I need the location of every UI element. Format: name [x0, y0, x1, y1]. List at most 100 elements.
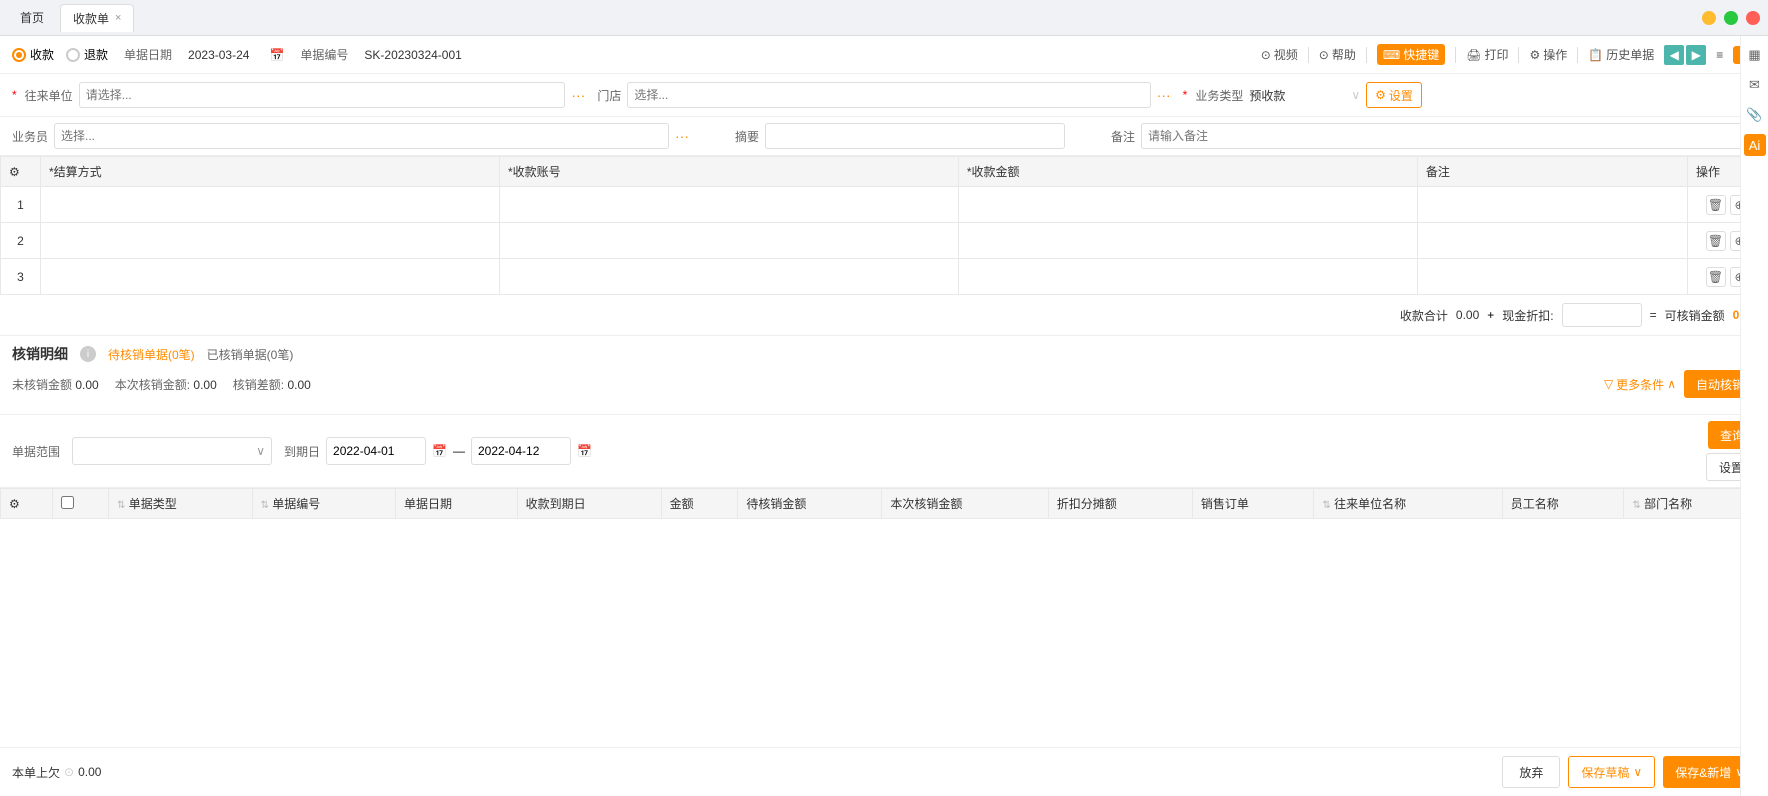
nav-next-btn[interactable]: ▶ — [1686, 45, 1706, 65]
row-delete-1[interactable]: 🗑 — [1706, 195, 1726, 215]
main-area: 收款 退款 单据日期 2023-03-24 📅 单据编号 SK-20230324… — [0, 36, 1768, 796]
row-amount-2[interactable] — [958, 223, 1417, 259]
tab-receipt[interactable]: 收款单 × — [60, 4, 134, 32]
detail-amount-th: 金额 — [661, 489, 738, 519]
range-select[interactable]: ∨ — [72, 437, 272, 465]
window-close-btn[interactable] — [1746, 11, 1760, 25]
operate-btn[interactable]: ⚙ 操作 — [1529, 46, 1567, 63]
detail-dept-label: 部门名称 — [1644, 497, 1692, 511]
nav-prev-btn[interactable]: ◀ — [1664, 45, 1684, 65]
row-amount-3[interactable] — [958, 259, 1417, 295]
business-type-chevron[interactable]: ∨ — [1351, 88, 1360, 102]
detail-gear-icon: ⚙ — [9, 497, 20, 511]
verify-info-icon[interactable]: i — [80, 346, 96, 362]
row-settlement-1[interactable] — [41, 187, 500, 223]
divider3 — [1455, 47, 1456, 63]
tab-receipt-label: 收款单 — [73, 10, 109, 27]
sum-plus: + — [1487, 308, 1494, 322]
summary-label: 摘要 — [735, 128, 759, 145]
more-conditions-btn[interactable]: ▽ 更多条件 ∧ — [1604, 376, 1676, 393]
number-label: 单据编号 — [300, 46, 348, 63]
verify-section: 核销明细 i 待核销单据(0笔) 已核销单据(0笔) 未核销金额 0.00 本次… — [0, 336, 1768, 415]
row-amount-1[interactable] — [958, 187, 1417, 223]
sidebar-table-icon[interactable]: ▦ — [1744, 44, 1766, 66]
radio-refund[interactable]: 退款 — [66, 46, 108, 63]
sidebar-edit-icon[interactable]: Ai — [1744, 134, 1766, 156]
current-value: 0.00 — [193, 378, 216, 392]
counterpart-more-btn[interactable]: ··· — [571, 87, 585, 103]
diff-stat: 核销差额: 0.00 — [233, 376, 311, 393]
detail-counterpart-label: 往来单位名称 — [1334, 497, 1406, 511]
unchecked-stat: 未核销金额 0.00 — [12, 376, 99, 393]
date-to-input[interactable] — [471, 437, 571, 465]
pending-tab[interactable]: 待核销单据(0笔) — [108, 346, 195, 363]
detail-duedate-label: 收款到期日 — [526, 497, 586, 511]
more-conditions-label: 更多条件 — [1616, 376, 1664, 393]
print-btn[interactable]: 🖨 打印 — [1466, 46, 1508, 63]
detail-doctype-th: ⇅ 单据类型 — [109, 489, 253, 519]
due-label: 到期日 — [284, 443, 320, 460]
row-delete-2[interactable]: 🗑 — [1706, 231, 1726, 251]
detail-gear-th[interactable]: ⚙ — [1, 489, 53, 519]
calendar-from-icon[interactable]: 📅 — [432, 444, 447, 458]
detail-select-all[interactable] — [61, 496, 74, 509]
range-chevron-icon: ∨ — [256, 444, 265, 458]
window-controls — [1702, 11, 1760, 25]
row-num-1: 1 — [1, 187, 41, 223]
save-draft-btn[interactable]: 保存草稿 ∨ — [1568, 756, 1655, 788]
detail-duedate-th: 收款到期日 — [517, 489, 661, 519]
settings-button[interactable]: ⚙ 设置 — [1366, 82, 1422, 108]
window-minimize-btn[interactable] — [1702, 11, 1716, 25]
row-remark-2[interactable] — [1417, 223, 1687, 259]
tab-close-icon[interactable]: × — [115, 12, 121, 24]
row-delete-3[interactable]: 🗑 — [1706, 267, 1726, 287]
date-from-input[interactable] — [326, 437, 426, 465]
radio-group: 收款 退款 — [12, 46, 108, 63]
counterpart-row: * 往来单位 ··· — [12, 82, 585, 108]
sidebar-clip-icon[interactable]: 📎 — [1744, 104, 1766, 126]
detail-doctype-label: 单据类型 — [129, 497, 177, 511]
table-row: 2 🗑 ⊕ — [1, 223, 1768, 259]
table-settlement-label: *结算方式 — [49, 165, 102, 179]
abandon-btn[interactable]: 放弃 — [1502, 756, 1560, 788]
row-remark-3[interactable] — [1417, 259, 1687, 295]
help-btn[interactable]: ⊙ 帮助 — [1319, 46, 1356, 63]
staff-more-btn[interactable]: ··· — [675, 128, 689, 144]
table-remark-label: 备注 — [1426, 165, 1450, 179]
discount-input[interactable] — [1562, 303, 1642, 327]
detail-checkbox-th[interactable] — [52, 489, 108, 519]
staff-input[interactable] — [54, 123, 669, 149]
discount-label: 现金折扣: — [1502, 307, 1553, 324]
staff-label: 业务员 — [12, 128, 48, 145]
store-more-btn[interactable]: ··· — [1157, 87, 1171, 103]
tab-home-label: 首页 — [20, 9, 44, 26]
window-maximize-btn[interactable] — [1724, 11, 1738, 25]
per-page-icon[interactable]: ⊙ — [64, 765, 74, 779]
row-account-1[interactable] — [499, 187, 958, 223]
note-input[interactable] — [1141, 123, 1756, 149]
summary-input[interactable] — [765, 123, 1065, 149]
verify-title: 核销明细 — [12, 344, 68, 364]
row-account-2[interactable] — [499, 223, 958, 259]
row-settlement-2[interactable] — [41, 223, 500, 259]
sidebar-mail-icon[interactable]: ✉ — [1744, 74, 1766, 96]
divider2 — [1366, 47, 1367, 63]
video-btn[interactable]: ⊙ 视频 — [1261, 46, 1298, 63]
tab-home[interactable]: 首页 — [8, 4, 56, 32]
row-settlement-3[interactable] — [41, 259, 500, 295]
counterpart-input[interactable] — [79, 82, 566, 108]
radio-receive[interactable]: 收款 — [12, 46, 54, 63]
table-gear-th[interactable]: ⚙ — [1, 157, 41, 187]
history-btn[interactable]: 📋 历史单据 — [1588, 46, 1654, 63]
row-remark-1[interactable] — [1417, 187, 1687, 223]
date-calendar-icon[interactable]: 📅 — [269, 48, 284, 62]
filter-icon: ▽ — [1604, 377, 1613, 391]
required-star2: * — [1183, 88, 1188, 102]
shortcut-btn[interactable]: ⌨ 快捷键 — [1377, 44, 1445, 65]
row-account-3[interactable] — [499, 259, 958, 295]
calendar-to-icon[interactable]: 📅 — [577, 444, 592, 458]
store-input[interactable] — [627, 82, 1150, 108]
layout-btn[interactable]: ≡ — [1716, 48, 1723, 62]
divider5 — [1577, 47, 1578, 63]
done-tab[interactable]: 已核销单据(0笔) — [207, 346, 294, 363]
